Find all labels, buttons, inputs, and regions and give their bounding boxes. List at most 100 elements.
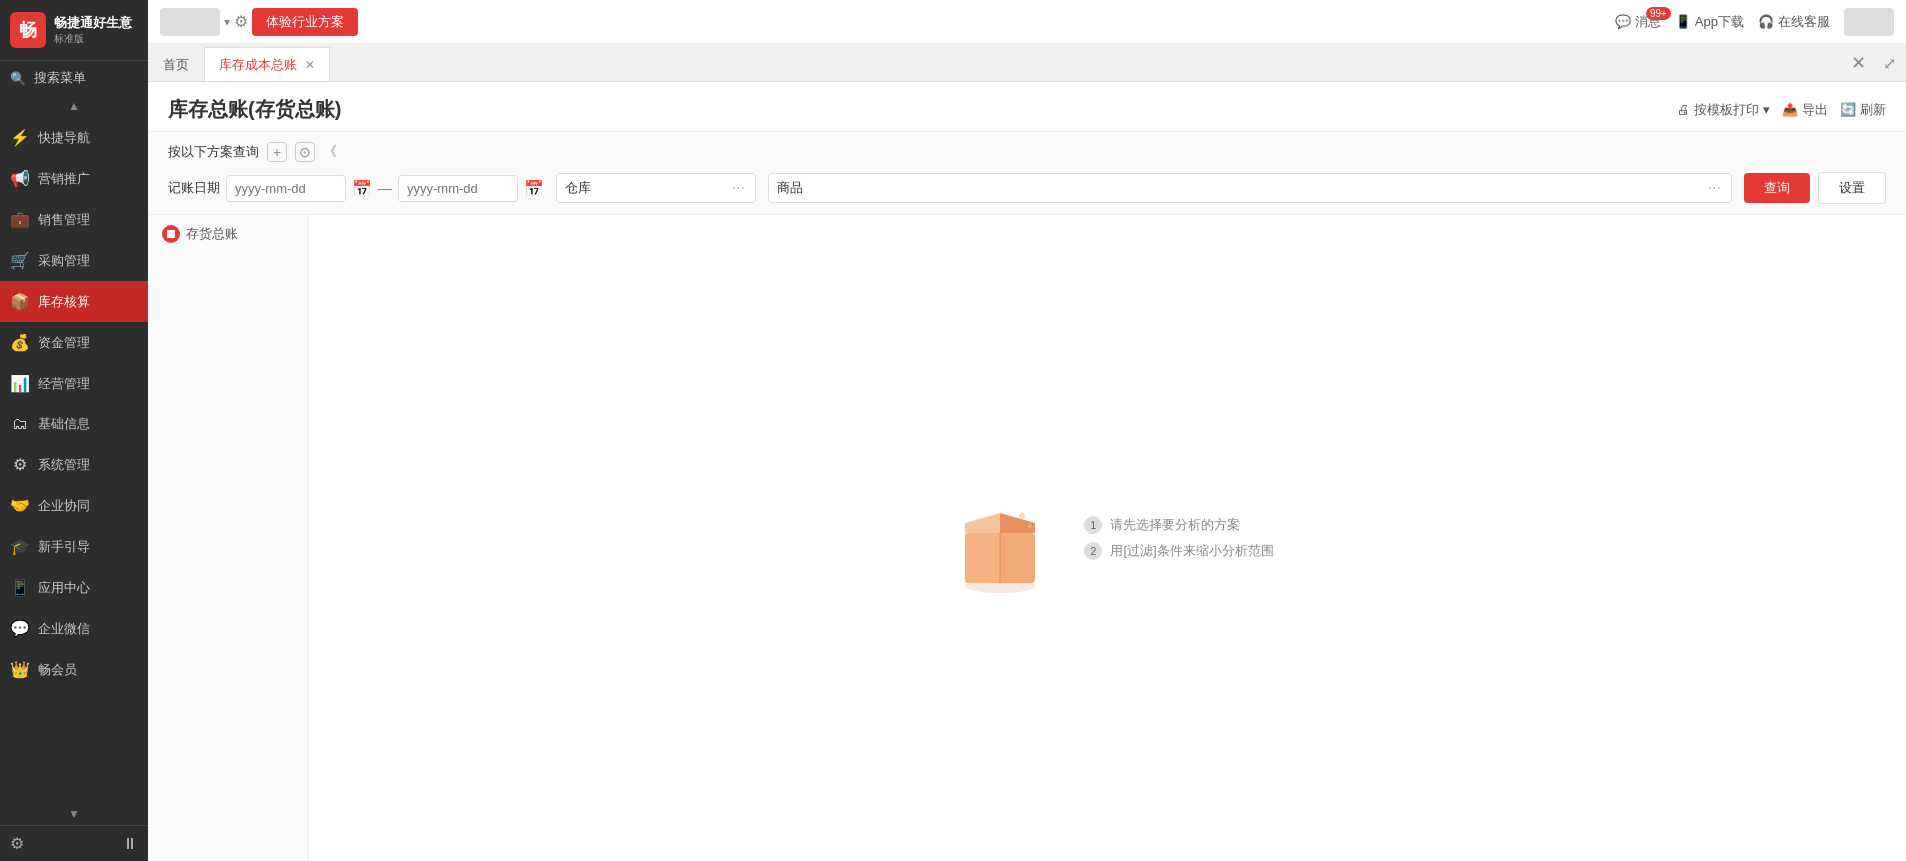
- empty-illustration: [940, 478, 1060, 598]
- app-name: 畅捷通好生意: [54, 15, 132, 32]
- print-icon: 🖨: [1677, 102, 1690, 117]
- close-all-tabs-icon[interactable]: ✕: [1851, 52, 1866, 74]
- settings-footer-icon[interactable]: ⚙: [10, 834, 24, 853]
- sidebar-item-inventory[interactable]: 📦 库存核算: [0, 281, 148, 322]
- phone-icon: 📱: [1675, 14, 1691, 29]
- empty-hint-item-2: 2 用[过滤]条件来缩小分析范围: [1084, 542, 1273, 560]
- empty-hint-item-1: 1 请先选择要分析的方案: [1084, 516, 1273, 534]
- empty-state: 1 请先选择要分析的方案 2 用[过滤]条件来缩小分析范围: [308, 215, 1906, 861]
- search-menu[interactable]: 🔍 搜索菜单: [0, 61, 148, 95]
- expand-tabs-icon[interactable]: ⤢: [1883, 53, 1896, 72]
- page-title: 库存总账(存货总账): [168, 96, 341, 123]
- filter-collapse-icon[interactable]: 《: [323, 143, 337, 161]
- trial-industry-button[interactable]: 体验行业方案: [252, 8, 358, 36]
- date-start-input[interactable]: [226, 175, 346, 202]
- scheme-item-inventory-ledger[interactable]: 存货总账: [148, 215, 307, 253]
- sidebar-item-marketing[interactable]: 📢 营销推广: [0, 158, 148, 199]
- product-label: 商品: [777, 179, 803, 197]
- sidebar-item-cooperation[interactable]: 🤝 企业协同: [0, 485, 148, 526]
- print-chevron-icon: ▾: [1763, 102, 1770, 117]
- online-support-item[interactable]: 🎧 在线客服: [1758, 13, 1830, 31]
- calendar-end-icon[interactable]: 📅: [524, 179, 544, 198]
- sidebar-item-wechat[interactable]: 💬 企业微信: [0, 608, 148, 649]
- sidebar-item-label: 营销推广: [38, 170, 90, 188]
- sidebar-item-newbie[interactable]: 🎓 新手引导: [0, 526, 148, 567]
- tab-close-icon[interactable]: ✕: [305, 58, 315, 72]
- sidebar-footer: ⚙ ⏸: [0, 825, 148, 861]
- tabbar: 首页 库存成本总账 ✕ ✕ ⤢: [148, 44, 1906, 82]
- sidebar-item-operations[interactable]: 📊 经营管理: [0, 363, 148, 404]
- calendar-start-icon[interactable]: 📅: [352, 179, 372, 198]
- svg-point-7: [1019, 513, 1025, 519]
- search-menu-label: 搜索菜单: [34, 69, 86, 87]
- sidebar-item-label: 快捷导航: [38, 129, 90, 147]
- tab-home[interactable]: 首页: [148, 47, 204, 81]
- sidebar-item-sales[interactable]: 💼 销售管理: [0, 199, 148, 240]
- export-button[interactable]: 📤 导出: [1782, 101, 1828, 119]
- warehouse-label: 仓库: [565, 179, 591, 197]
- scroll-down-arrow[interactable]: ▼: [68, 807, 80, 821]
- sidebar-item-label: 应用中心: [38, 579, 90, 597]
- audio-footer-icon[interactable]: ⏸: [122, 835, 138, 853]
- warehouse-filter-group: 仓库 ···: [556, 173, 756, 203]
- tab-inventory-ledger[interactable]: 库存成本总账 ✕: [204, 47, 330, 81]
- product-select[interactable]: 商品 ···: [768, 173, 1732, 203]
- date-filter-group: 记账日期 📅 — 📅: [168, 175, 544, 202]
- newbie-icon: 🎓: [10, 537, 30, 556]
- system-icon: ⚙: [10, 455, 30, 474]
- product-more-icon[interactable]: ···: [1706, 179, 1723, 197]
- filter-label-row: 按以下方案查询 + ⊙ 《: [168, 142, 1886, 162]
- sidebar-item-label: 资金管理: [38, 334, 90, 352]
- messages-item[interactable]: 💬 消息 99+: [1615, 13, 1661, 31]
- messages-badge: 99+: [1646, 7, 1671, 20]
- empty-box-svg: [940, 478, 1060, 598]
- warehouse-select[interactable]: 仓库 ···: [556, 173, 756, 203]
- sidebar-item-label: 经营管理: [38, 375, 90, 393]
- scheme-item-icon: [162, 225, 180, 243]
- filter-settings-icon[interactable]: ⊙: [295, 142, 315, 162]
- user-avatar[interactable]: [1844, 8, 1894, 36]
- settings-button[interactable]: 设置: [1818, 172, 1886, 204]
- scroll-up-indicator: ▲: [0, 95, 148, 117]
- quick-nav-icon: ⚡: [10, 128, 30, 147]
- sidebar-nav: ⚡ 快捷导航 📢 营销推广 💼 销售管理 🛒 采购管理 📦 库存核算 💰 资金管…: [0, 117, 148, 803]
- sidebar-item-finance[interactable]: 💰 资金管理: [0, 322, 148, 363]
- product-filter-group: 商品 ···: [768, 173, 1732, 203]
- sidebar-item-purchase[interactable]: 🛒 采购管理: [0, 240, 148, 281]
- filter-add-icon[interactable]: +: [267, 142, 287, 162]
- print-template-button[interactable]: 🖨 按模板打印 ▾: [1677, 101, 1770, 119]
- sidebar-item-system[interactable]: ⚙ 系统管理: [0, 444, 148, 485]
- query-button[interactable]: 查询: [1744, 173, 1810, 203]
- sidebar-item-quick-nav[interactable]: ⚡ 快捷导航: [0, 117, 148, 158]
- date-end-input[interactable]: [398, 175, 518, 202]
- app-download-item[interactable]: 📱 App下载: [1675, 13, 1744, 31]
- topbar-gear-icon[interactable]: ⚙: [234, 12, 248, 31]
- svg-rect-5: [965, 533, 1000, 583]
- sidebar-item-app-center[interactable]: 📱 应用中心: [0, 567, 148, 608]
- hint-num-1: 1: [1084, 516, 1102, 534]
- sidebar-item-label: 基础信息: [38, 415, 90, 433]
- sidebar-item-member[interactable]: 👑 畅会员: [0, 649, 148, 690]
- breadcrumb-chevron-icon[interactable]: ▾: [224, 15, 230, 29]
- member-icon: 👑: [10, 660, 30, 679]
- marketing-icon: 📢: [10, 169, 30, 188]
- wechat-icon: 💬: [10, 619, 30, 638]
- home-tab-label: 首页: [163, 56, 189, 74]
- search-icon: 🔍: [10, 71, 26, 86]
- scroll-up-arrow[interactable]: ▲: [68, 99, 80, 113]
- basic-info-icon: 🗂: [10, 415, 30, 433]
- warehouse-more-icon[interactable]: ···: [730, 179, 747, 197]
- active-tab-label: 库存成本总账: [219, 56, 297, 74]
- topbar: ▾ ⚙ 体验行业方案 💬 消息 99+ 📱 App下载 🎧 在线客服: [148, 0, 1906, 44]
- hint-text-2: 用[过滤]条件来缩小分析范围: [1110, 542, 1273, 560]
- operations-icon: 📊: [10, 374, 30, 393]
- page-header: 库存总账(存货总账) 🖨 按模板打印 ▾ 📤 导出 🔄 刷新: [148, 82, 1906, 132]
- sidebar-item-basic-info[interactable]: 🗂 基础信息: [0, 404, 148, 444]
- purchase-icon: 🛒: [10, 251, 30, 270]
- topbar-right: 💬 消息 99+ 📱 App下载 🎧 在线客服: [1615, 8, 1894, 36]
- scheme-sidebar: 存货总账: [148, 215, 308, 861]
- refresh-button[interactable]: 🔄 刷新: [1840, 101, 1886, 119]
- finance-icon: 💰: [10, 333, 30, 352]
- filter-actions: 查询 设置: [1744, 172, 1886, 204]
- sidebar-item-label: 系统管理: [38, 456, 90, 474]
